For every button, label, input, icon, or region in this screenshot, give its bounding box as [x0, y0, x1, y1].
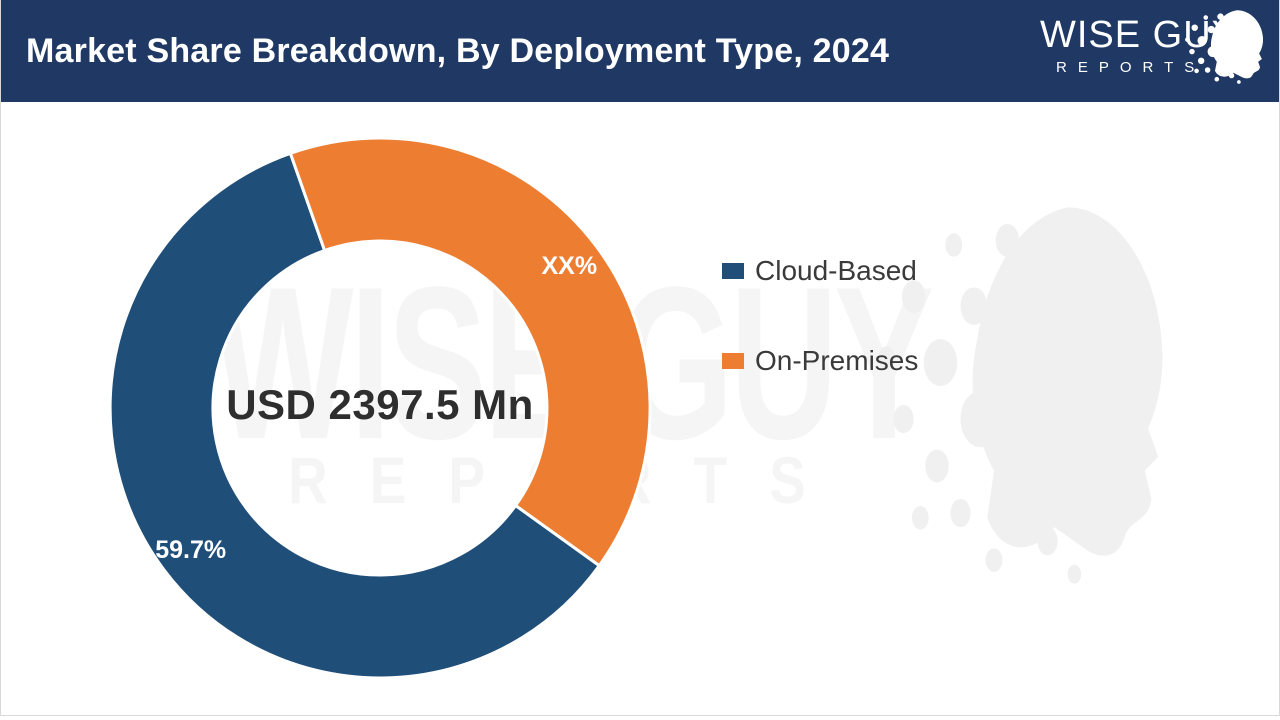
legend-swatch-on-premises — [722, 353, 744, 369]
header: Market Share Breakdown, By Deployment Ty… — [0, 0, 1280, 102]
legend-item-on-premises: On-Premises — [722, 342, 918, 380]
legend-item-cloud-based: Cloud-Based — [722, 252, 918, 290]
legend-swatch-cloud-based — [722, 263, 744, 279]
slice-label-on-premises: XX% — [542, 252, 598, 280]
donut-slice-on-premises — [288, 136, 652, 568]
wiseguy-face-icon — [1185, 10, 1264, 84]
legend: Cloud-Based On-Premises — [722, 252, 918, 432]
legend-label-cloud-based: Cloud-Based — [755, 255, 917, 286]
legend-label-on-premises: On-Premises — [755, 345, 919, 376]
slice-label-cloud-based: 59.7% — [155, 536, 226, 564]
page-root: { "header": { "title": "Market Share Bre… — [0, 0, 1280, 720]
chart-center-value: USD 2397.5 Mn — [226, 381, 534, 428]
page-title: Market Share Breakdown, By Deployment Ty… — [26, 31, 890, 70]
